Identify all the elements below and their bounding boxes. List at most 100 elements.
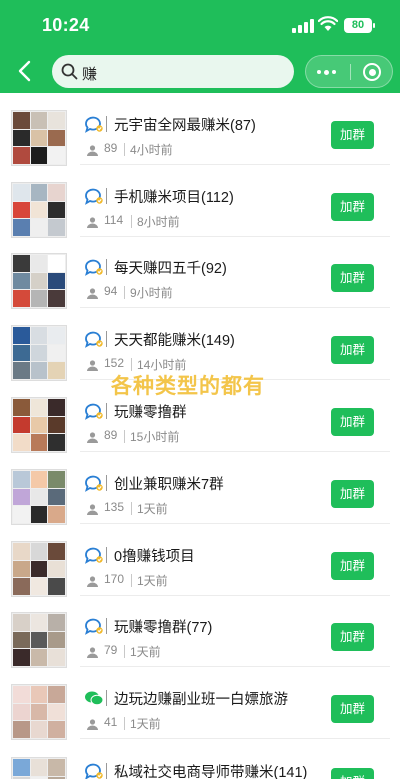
meta-separator <box>124 645 125 658</box>
member-count: 170 <box>104 572 125 586</box>
chat-bubble-icon <box>85 259 103 276</box>
members-icon <box>87 432 98 443</box>
members-icon <box>87 145 98 156</box>
join-group-button[interactable]: 加群 <box>331 768 374 779</box>
member-count: 152 <box>104 356 125 370</box>
group-avatar <box>11 110 67 166</box>
meta-separator <box>124 286 125 299</box>
title-separator <box>106 763 107 779</box>
group-row[interactable]: 元宇宙全网最赚米(87) 89 4小时前 加群 <box>0 93 400 166</box>
chat-bubble-icon <box>85 116 103 133</box>
group-avatar <box>11 541 67 597</box>
battery-tip <box>373 23 375 28</box>
join-group-button[interactable]: 加群 <box>331 193 374 221</box>
group-row[interactable]: 私域社交电商导师带赚米(141) 加群 <box>0 740 400 779</box>
join-group-button[interactable]: 加群 <box>331 695 374 723</box>
group-list: 元宇宙全网最赚米(87) 89 4小时前 加群 手机赚米项目(112) 114 8小时前 加群… <box>0 93 400 779</box>
group-row[interactable]: 每天赚四五千(92) 94 9小时前 加群 <box>0 236 400 309</box>
search-query: 赚 <box>82 66 98 83</box>
chat-bubble-icon <box>85 475 103 492</box>
active-time: 15小时前 <box>130 430 180 444</box>
join-group-button[interactable]: 加群 <box>331 480 374 508</box>
join-group-button[interactable]: 加群 <box>331 264 374 292</box>
title-separator <box>106 116 107 132</box>
group-row[interactable]: 0撸赚钱项目 170 1天前 加群 <box>0 524 400 597</box>
member-count: 135 <box>104 500 125 514</box>
meta-separator <box>124 143 125 156</box>
chat-bubble-icon <box>85 763 103 779</box>
battery-icon: 80 <box>344 18 372 33</box>
active-time: 4小时前 <box>130 143 173 157</box>
title-separator <box>106 331 107 347</box>
join-group-button[interactable]: 加群 <box>331 408 374 436</box>
group-avatar <box>11 397 67 453</box>
group-name: 私域社交电商导师带赚米(141) <box>114 765 308 779</box>
members-icon <box>87 647 98 658</box>
chat-bubble-icon <box>85 547 103 564</box>
status-time: 10:24 <box>42 15 90 35</box>
active-time: 9小时前 <box>130 286 173 300</box>
group-avatar <box>11 469 67 525</box>
meta-separator <box>131 574 132 587</box>
title-separator <box>106 188 107 204</box>
join-group-button[interactable]: 加群 <box>331 336 374 364</box>
group-name: 元宇宙全网最赚米(87) <box>114 118 256 134</box>
app-header: 10:24 80 赚 <box>0 0 400 93</box>
member-count: 114 <box>104 213 124 227</box>
group-avatar <box>11 757 67 779</box>
group-name: 创业兼职赚米7群 <box>114 477 224 493</box>
group-row[interactable]: 手机赚米项目(112) 114 8小时前 加群 <box>0 165 400 238</box>
member-count: 89 <box>104 428 118 442</box>
join-group-button[interactable]: 加群 <box>331 121 374 149</box>
chat-bubble-icon <box>85 618 103 635</box>
chat-bubble-icon <box>85 403 103 420</box>
wechat-icon <box>85 691 104 706</box>
chat-bubble-icon <box>85 331 103 348</box>
member-count: 79 <box>104 643 118 657</box>
title-separator <box>106 403 107 419</box>
group-avatar <box>11 325 67 381</box>
member-count: 89 <box>104 141 118 155</box>
meta-separator <box>131 502 132 515</box>
group-name: 手机赚米项目(112) <box>114 190 234 206</box>
member-count: 94 <box>104 284 118 298</box>
more-icon[interactable] <box>316 64 338 80</box>
join-group-button[interactable]: 加群 <box>331 623 374 651</box>
active-time: 1天前 <box>137 502 168 516</box>
meta-separator <box>124 717 125 730</box>
group-row[interactable]: 创业兼职赚米7群 135 1天前 加群 <box>0 452 400 525</box>
member-count: 41 <box>104 715 118 729</box>
meta-separator <box>124 430 125 443</box>
group-name: 每天赚四五千(92) <box>114 261 227 277</box>
members-icon <box>87 360 98 371</box>
search-input[interactable]: 赚 <box>52 55 294 88</box>
active-time: 1天前 <box>137 574 168 588</box>
group-name: 边玩边赚副业班一白嫖旅游 <box>114 692 288 708</box>
group-row[interactable]: 玩赚零撸群(77) 79 1天前 加群 <box>0 595 400 668</box>
members-icon <box>87 576 98 587</box>
join-group-button[interactable]: 加群 <box>331 552 374 580</box>
mini-program-capsule <box>305 55 393 88</box>
search-icon <box>61 63 78 80</box>
members-icon <box>87 504 98 515</box>
title-separator <box>106 690 107 706</box>
group-name: 玩赚零撸群(77) <box>114 620 213 636</box>
chat-bubble-icon <box>85 188 103 205</box>
title-separator <box>106 475 107 491</box>
active-time: 1天前 <box>130 717 161 731</box>
back-arrow-icon[interactable] <box>14 58 36 84</box>
wifi-icon <box>318 16 338 31</box>
group-avatar <box>11 253 67 309</box>
title-separator <box>106 547 107 563</box>
meta-separator <box>131 215 132 228</box>
close-mini-program-icon[interactable] <box>363 63 381 81</box>
overlay-caption: 各种类型的都有 <box>111 375 265 398</box>
signal-icon <box>292 19 314 33</box>
active-time: 1天前 <box>130 645 161 659</box>
members-icon <box>87 217 98 228</box>
members-icon <box>87 719 98 730</box>
title-separator <box>106 618 107 634</box>
group-row[interactable]: 边玩边赚副业班一白嫖旅游 41 1天前 加群 <box>0 667 400 740</box>
status-bar: 10:24 80 <box>0 0 400 50</box>
group-name: 0撸赚钱项目 <box>114 549 195 565</box>
